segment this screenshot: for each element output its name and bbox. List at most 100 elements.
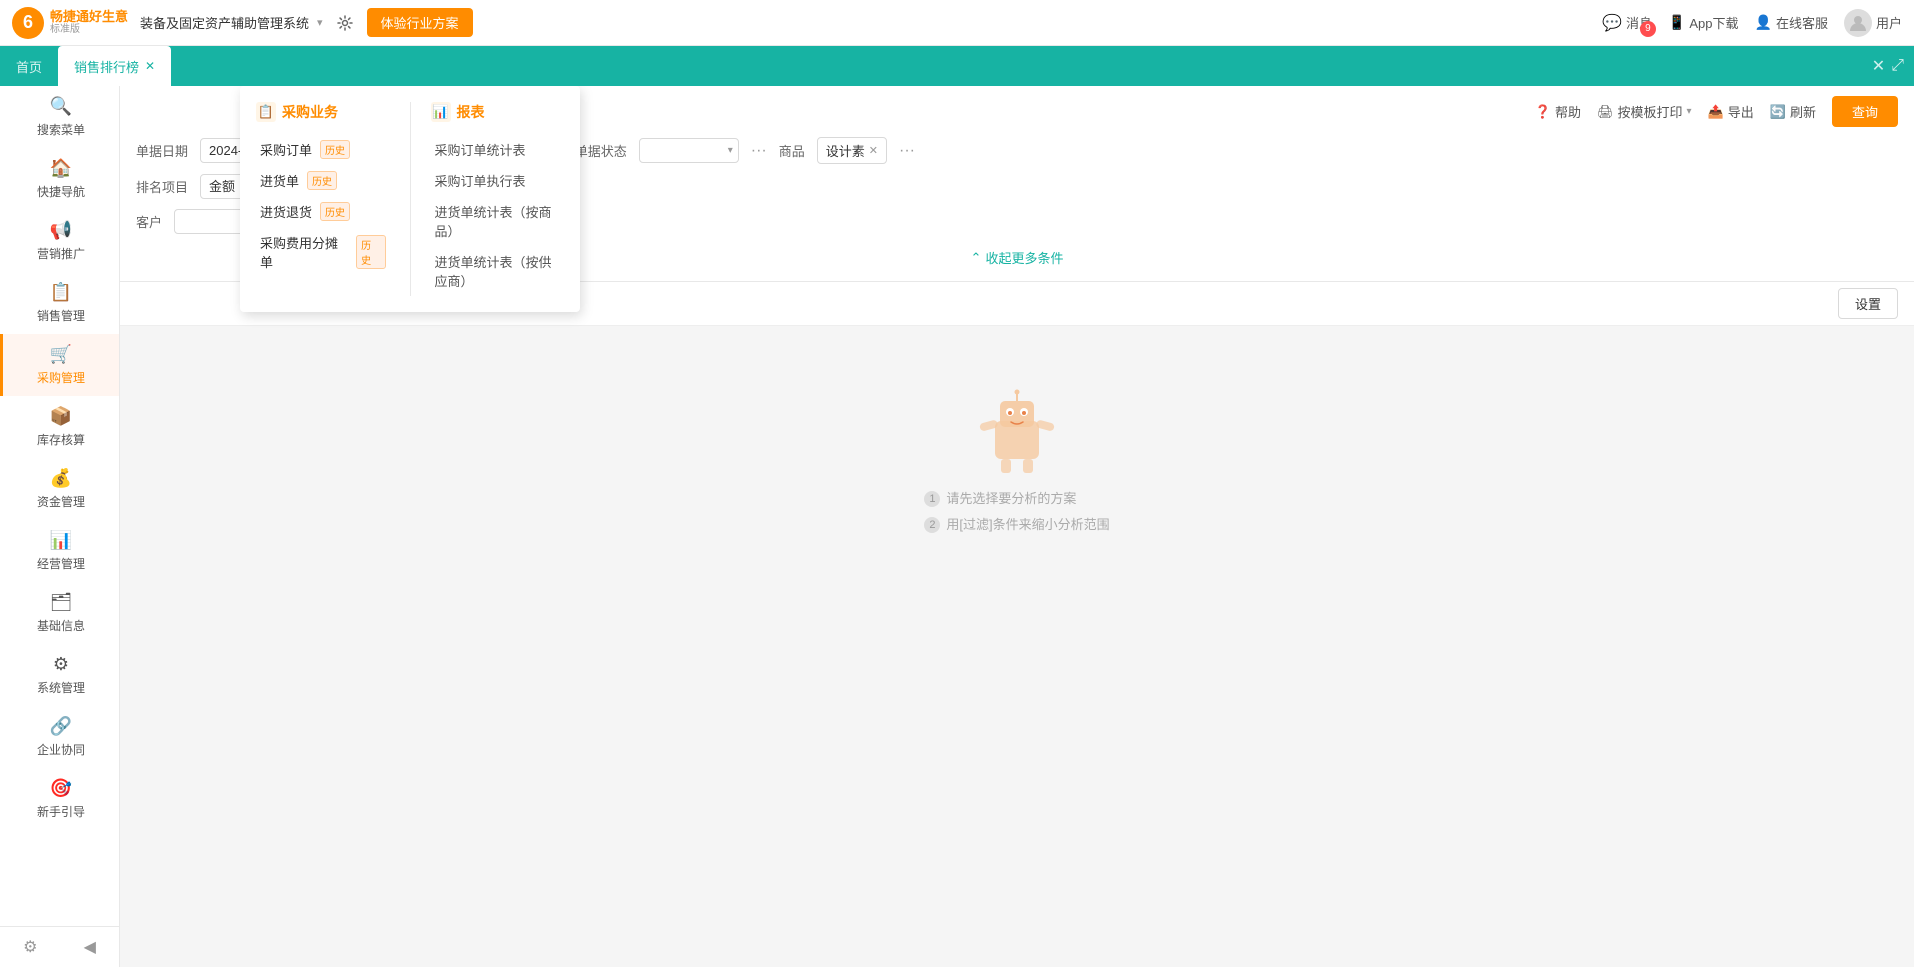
- history-badge-0: 历史: [320, 140, 350, 159]
- help-btn[interactable]: ❓ 帮助: [1535, 102, 1581, 121]
- operations-icon: 📊: [50, 530, 72, 551]
- logo-main-text: 畅捷通好生意: [50, 9, 128, 25]
- tab-expand-icon[interactable]: ⤢: [1891, 57, 1904, 75]
- sidebar-item-operations[interactable]: 📊 经营管理: [0, 520, 119, 582]
- content-area: 📋 采购业务 采购订单 历史 进货单 历史 进货退货 历史 采购费用分摊单: [120, 86, 1914, 967]
- sidebar-label-finance: 资金管理: [37, 493, 85, 510]
- tip-num-2: 2: [924, 517, 940, 533]
- refresh-btn[interactable]: 🔄 刷新: [1770, 102, 1816, 121]
- tab-minimize-icon[interactable]: ✕: [1872, 56, 1885, 76]
- menu-column-purchase: 📋 采购业务 采购订单 历史 进货单 历史 进货退货 历史 采购费用分摊单: [256, 102, 390, 296]
- inventory-icon: 📦: [50, 406, 72, 427]
- sidebar-item-finance[interactable]: 💰 资金管理: [0, 458, 119, 520]
- app-download-action[interactable]: 📱 App下载: [1668, 13, 1739, 32]
- menu-item-goods-receipt-stats-product[interactable]: 进货单统计表（按商品）: [431, 196, 565, 246]
- online-service-label: 在线客服: [1776, 13, 1828, 32]
- sidebar-bottom: ⚙ ◀: [0, 926, 119, 967]
- history-badge-2: 历史: [320, 202, 350, 221]
- sidebar-item-inventory[interactable]: 📦 库存核算: [0, 396, 119, 458]
- menu-col-title-reports: 📊 报表: [431, 102, 565, 122]
- menu-item-goods-return[interactable]: 进货退货 历史: [256, 196, 390, 227]
- purchase-menu-icon: 📋: [256, 102, 276, 122]
- status-label: 单据状态: [575, 141, 627, 160]
- dropdown-menu: 📋 采购业务 采购订单 历史 进货单 历史 进货退货 历史 采购费用分摊单: [240, 86, 580, 312]
- home-icon: 🏠: [50, 158, 72, 179]
- collapse-btn[interactable]: ⌃ 收起更多条件: [959, 244, 1076, 271]
- sidebar-item-sales[interactable]: 📋 销售管理: [0, 272, 119, 334]
- online-service-action[interactable]: 👤 在线客服: [1755, 13, 1828, 32]
- date-label: 单据日期: [136, 141, 188, 160]
- tab-bar-right: ✕ ⤢: [1872, 56, 1914, 76]
- menu-item-purchase-order-exec[interactable]: 采购订单执行表: [431, 165, 565, 196]
- menu-divider: [410, 102, 411, 296]
- sidebar-item-purchase[interactable]: 🛒 采购管理: [0, 334, 119, 396]
- export-btn[interactable]: 📤 导出: [1708, 102, 1754, 121]
- menu-item-purchase-expense[interactable]: 采购费用分摊单 历史: [256, 227, 390, 277]
- main-layout: 🔍 搜索菜单 🏠 快捷导航 📢 营销推广 📋 销售管理 🛒 采购管理 📦 库存核…: [0, 86, 1914, 967]
- industry-btn[interactable]: 体验行业方案: [367, 8, 473, 37]
- customer-label: 客户: [136, 212, 162, 231]
- goods-tag-close[interactable]: ✕: [869, 144, 878, 157]
- tip-num-1: 1: [924, 491, 940, 507]
- sidebar-label-quicknav: 快捷导航: [37, 183, 85, 200]
- logo-area: 6 畅捷通好生意 标准版: [12, 7, 132, 39]
- avatar: [1844, 9, 1872, 37]
- empty-state: 1 请先选择要分析的方案 2 用[过滤]条件来缩小分析范围: [120, 326, 1914, 598]
- search-icon: 🔍: [50, 96, 72, 117]
- status-dots[interactable]: ···: [751, 142, 767, 160]
- status-select-wrap: [639, 138, 739, 163]
- guide-icon: 🎯: [50, 778, 72, 799]
- settings-btn[interactable]: 设置: [1838, 288, 1898, 319]
- logo-icon: 6: [12, 7, 44, 39]
- system-dropdown-arrow[interactable]: ▾: [317, 16, 323, 29]
- sidebar-label-system: 系统管理: [37, 679, 85, 696]
- menu-item-goods-receipt[interactable]: 进货单 历史: [256, 165, 390, 196]
- tip-text-1: 请先选择要分析的方案: [946, 486, 1076, 512]
- sidebar-label-sales: 销售管理: [37, 307, 85, 324]
- reports-menu-icon: 📊: [431, 102, 451, 122]
- sidebar-item-system[interactable]: ⚙ 系统管理: [0, 644, 119, 706]
- goods-dots[interactable]: ···: [899, 142, 915, 160]
- tab-sales-rank[interactable]: 销售排行榜 ✕: [58, 46, 171, 86]
- system-icon: ⚙: [53, 654, 69, 675]
- sidebar-label-inventory: 库存核算: [37, 431, 85, 448]
- sidebar-item-search[interactable]: 🔍 搜索菜单: [0, 86, 119, 148]
- user-action[interactable]: 用户: [1844, 9, 1902, 37]
- print-btn[interactable]: 🖨 按模板打印 ▾: [1597, 102, 1692, 121]
- menu-item-purchase-order-stats[interactable]: 采购订单统计表: [431, 134, 565, 165]
- empty-illustration: [967, 386, 1067, 466]
- sidebar-item-guide[interactable]: 🎯 新手引导: [0, 768, 119, 830]
- sales-icon: 📋: [50, 282, 72, 303]
- history-badge-1: 历史: [307, 171, 337, 190]
- goods-tag[interactable]: 设计素 ✕: [817, 137, 887, 164]
- tab-bar: 首页 销售排行榜 ✕ ✕ ⤢: [0, 46, 1914, 86]
- purchase-icon: 🛒: [50, 344, 72, 365]
- goods-label: 商品: [779, 141, 805, 160]
- settings-icon-btn[interactable]: [331, 9, 359, 37]
- menu-column-reports: 📊 报表 采购订单统计表 采购订单执行表 进货单统计表（按商品） 进货单统计表（…: [431, 102, 565, 296]
- menu-col-title-purchase: 📋 采购业务: [256, 102, 390, 122]
- logo-sub-text: 标准版: [50, 24, 128, 36]
- menu-item-goods-receipt-stats-supplier[interactable]: 进货单统计表（按供应商）: [431, 246, 565, 296]
- status-select[interactable]: [639, 138, 739, 163]
- sidebar-item-quicknav[interactable]: 🏠 快捷导航: [0, 148, 119, 210]
- menu-item-purchase-order[interactable]: 采购订单 历史: [256, 134, 390, 165]
- app-download-label: App下载: [1689, 13, 1738, 32]
- query-btn[interactable]: 查询: [1832, 96, 1898, 127]
- sidebar-item-enterprise[interactable]: 🔗 企业协同: [0, 706, 119, 768]
- top-header: 6 畅捷通好生意 标准版 装备及固定资产辅助管理系统 ▾ 体验行业方案 💬 9 …: [0, 0, 1914, 46]
- sidebar-item-marketing[interactable]: 📢 营销推广: [0, 210, 119, 272]
- message-badge: 9: [1640, 21, 1656, 37]
- history-badge-3: 历史: [356, 235, 385, 269]
- system-title: 装备及固定资产辅助管理系统: [140, 13, 309, 32]
- sidebar-item-basic-info[interactable]: 🗂 基础信息: [0, 582, 119, 644]
- enterprise-icon: 🔗: [50, 716, 72, 737]
- tab-home[interactable]: 首页: [0, 46, 58, 86]
- sidebar-label-operations: 经营管理: [37, 555, 85, 572]
- sidebar-label-basic-info: 基础信息: [37, 617, 85, 634]
- sidebar-collapse-btn[interactable]: ◀: [84, 937, 96, 957]
- sidebar-label-guide: 新手引导: [37, 803, 85, 820]
- sidebar-settings-btn[interactable]: ⚙: [23, 937, 37, 957]
- tab-close-sales-rank[interactable]: ✕: [145, 59, 155, 73]
- message-action[interactable]: 💬 9 消息: [1602, 13, 1652, 33]
